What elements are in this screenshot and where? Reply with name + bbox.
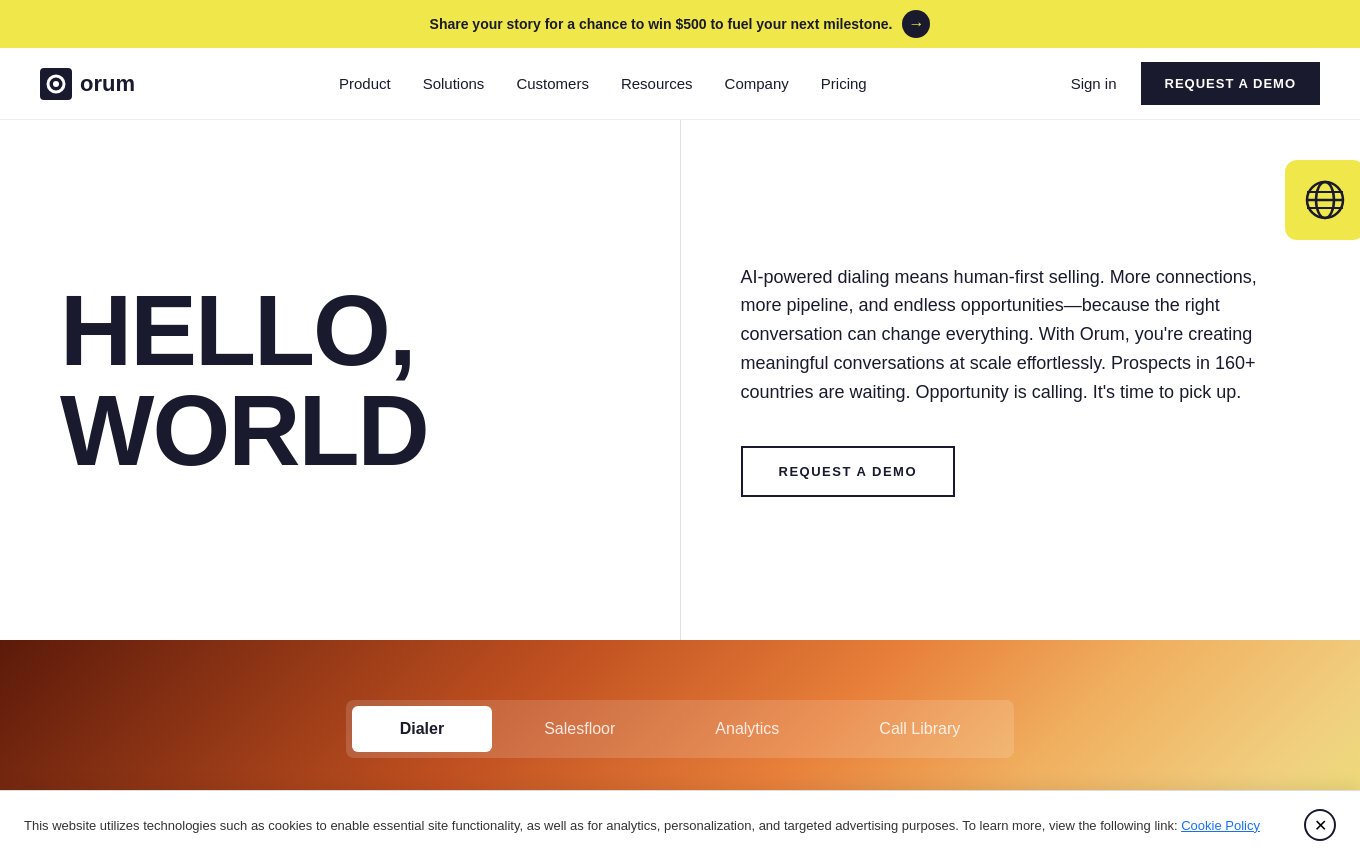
hero-left: HELLO, WORLD [0, 120, 681, 640]
logo-icon [40, 68, 72, 100]
banner-arrow-link[interactable]: → [902, 10, 930, 38]
sign-in-button[interactable]: Sign in [1071, 75, 1117, 92]
hero-description: AI-powered dialing means human-first sel… [741, 263, 1281, 407]
hero-right: AI-powered dialing means human-first sel… [681, 120, 1361, 640]
nav-item-solutions[interactable]: Solutions [423, 75, 485, 92]
banner-arrow-icon: → [908, 15, 924, 33]
logo[interactable]: orum [40, 68, 135, 100]
banner-text: Share your story for a chance to win $50… [430, 16, 893, 32]
logo-text: orum [80, 71, 135, 97]
nav-links: Product Solutions Customers Resources Co… [339, 75, 867, 93]
globe-icon-box [1285, 160, 1360, 240]
nav-request-demo-button[interactable]: REQUEST A DEMO [1141, 62, 1321, 105]
hero-section: HELLO, WORLD AI-powered dialing means hu… [0, 120, 1360, 640]
nav-item-customers[interactable]: Customers [516, 75, 589, 92]
tab-salesfloor[interactable]: Salesfloor [496, 706, 663, 752]
cookie-close-icon: ✕ [1314, 816, 1327, 835]
svg-point-2 [53, 81, 59, 87]
tab-analytics[interactable]: Analytics [667, 706, 827, 752]
tab-call-library[interactable]: Call Library [831, 706, 1008, 752]
tab-dialer[interactable]: Dialer [352, 706, 492, 752]
main-nav: orum Product Solutions Customers Resourc… [0, 48, 1360, 120]
hero-title: HELLO, WORLD [60, 280, 428, 480]
nav-item-pricing[interactable]: Pricing [821, 75, 867, 92]
globe-icon [1303, 178, 1347, 222]
tab-row: Dialer Salesfloor Analytics Call Library [346, 700, 1015, 758]
hero-title-line1: HELLO, [60, 280, 428, 380]
top-banner: Share your story for a chance to win $50… [0, 0, 1360, 48]
cookie-banner: This website utilizes technologies such … [0, 790, 1360, 859]
nav-item-product[interactable]: Product [339, 75, 391, 92]
nav-item-resources[interactable]: Resources [621, 75, 693, 92]
cookie-text: This website utilizes technologies such … [24, 818, 1288, 833]
nav-actions: Sign in REQUEST A DEMO [1071, 62, 1320, 105]
cookie-policy-link[interactable]: Cookie Policy [1181, 818, 1260, 833]
hero-title-line2: WORLD [60, 380, 428, 480]
hero-request-demo-button[interactable]: REQUEST A DEMO [741, 446, 956, 497]
nav-item-company[interactable]: Company [725, 75, 789, 92]
cookie-close-button[interactable]: ✕ [1304, 809, 1336, 841]
